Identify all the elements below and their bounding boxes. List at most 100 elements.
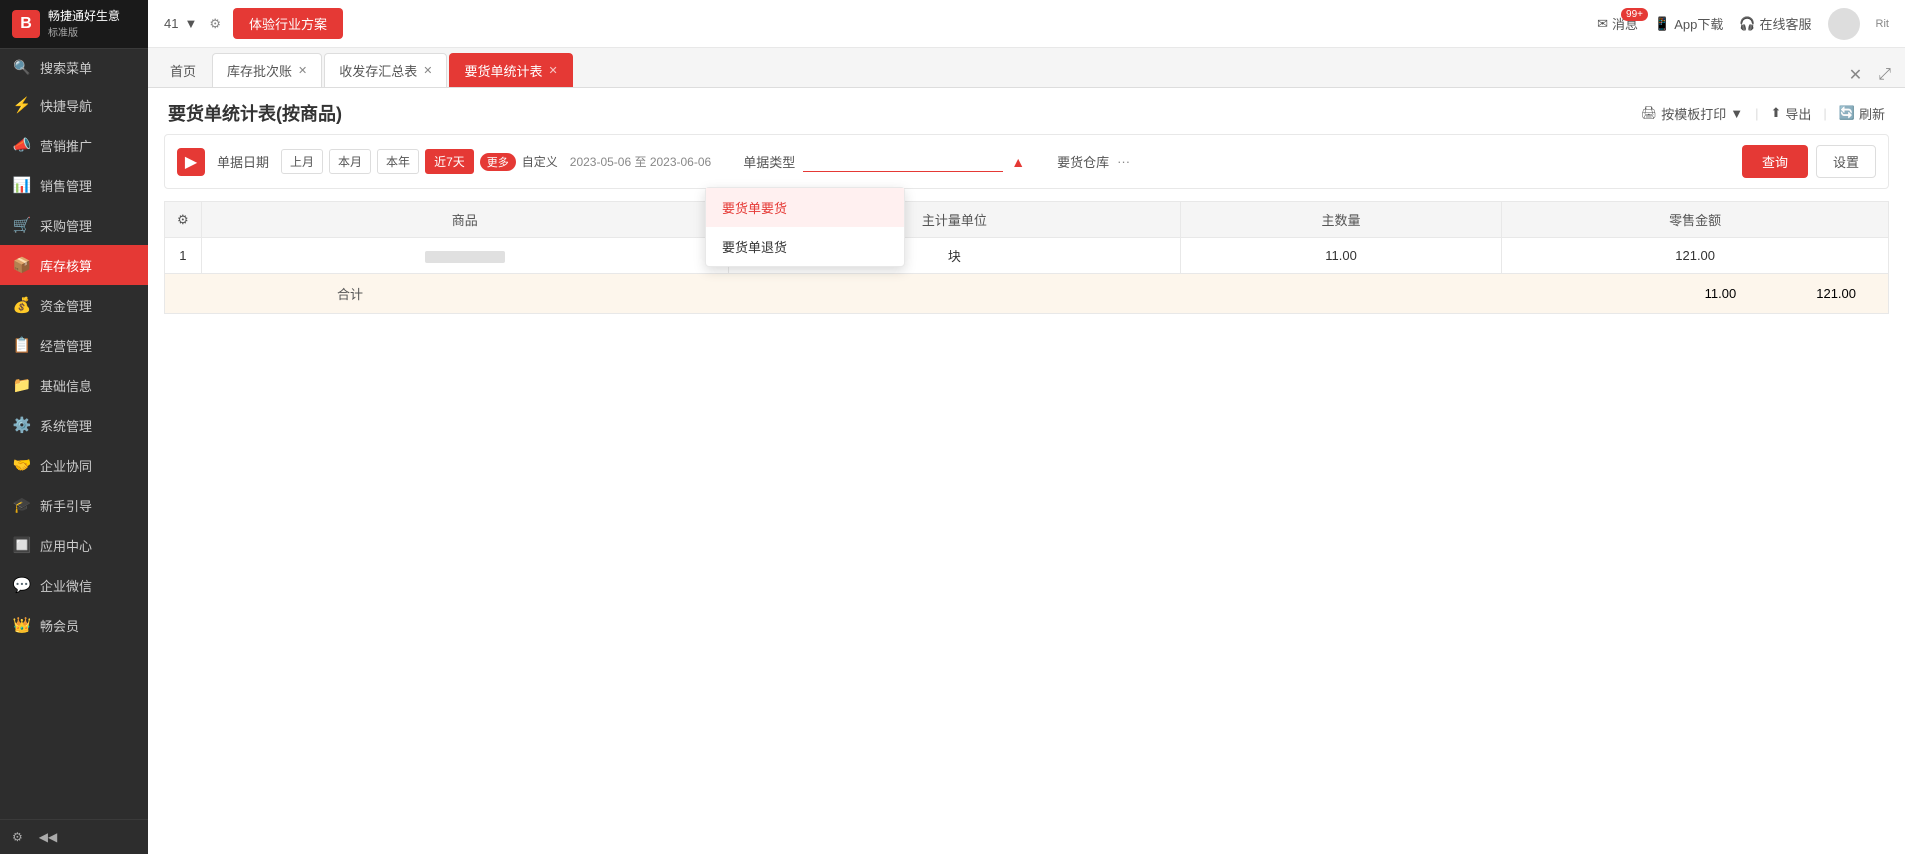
workspace-num: 41 [164,16,178,31]
wechat-icon: 💬 [12,575,32,595]
page-actions: 🖨 按模板打印 ▼ | ⬆ 导出 | 🔄 刷新 [1641,104,1885,123]
filter-type-section: 单据类型 ▲ [743,152,1025,172]
collapse-icon[interactable]: ◀◀ [39,830,57,844]
purchase-icon: 🛒 [12,215,32,235]
dropdown-item-requisition-return[interactable]: 要货单退货 [706,227,904,266]
main-area: 41 ▼ ⚙ 体验行业方案 ✉ 消息 99+ 📱 App下载 🎧 在线客服 Ri… [148,0,1905,854]
workspace-selector[interactable]: 41 ▼ [164,16,197,31]
sidebar-item-guide[interactable]: 🎓 新手引导 [0,485,148,525]
type-chevron-icon[interactable]: ▲ [1011,154,1025,170]
export-button[interactable]: ⬆ 导出 [1770,104,1811,123]
sidebar-item-label: 基础信息 [40,376,92,395]
table-header-amount: 零售金额 [1502,202,1889,238]
date-more-badge[interactable]: 更多 [480,153,516,171]
date-btn-this-year[interactable]: 本年 [377,149,419,174]
sidebar-item-label: 畅会员 [40,616,79,635]
table-header-quantity: 主数量 [1180,202,1501,238]
export-label: 导出 [1785,104,1811,123]
tab-inventory-batch-close[interactable]: ✕ [298,64,307,77]
sidebar-item-app-center[interactable]: 🔲 应用中心 [0,525,148,565]
date-custom-btn[interactable]: 自定义 [522,153,558,170]
tab-requisition-stats-close[interactable]: ✕ [549,64,558,77]
tab-collect-summary-close[interactable]: ✕ [423,64,432,77]
sidebar-item-label: 经营管理 [40,336,92,355]
tabs-actions: ✕ ⤢ [1843,63,1905,87]
tab-inventory-batch-label: 库存批次账 [227,61,292,80]
table-header-gear[interactable]: ⚙ [165,202,202,238]
sidebar-item-members[interactable]: 👑 畅会员 [0,605,148,645]
sidebar-item-label: 采购管理 [40,216,92,235]
tab-requisition-stats-label: 要货单统计表 [464,61,542,80]
table-footer: 合计 11.00 121.00 [164,274,1889,314]
page-header: 要货单统计表(按商品) 🖨 按模板打印 ▼ | ⬆ 导出 | 🔄 刷新 [148,88,1905,134]
sidebar: B 畅捷通好生意 标准版 🔍 搜索菜单 ⚡ 快捷导航 📣 营销推广 📊 销售管理… [0,0,148,854]
tab-inventory-batch[interactable]: 库存批次账 ✕ [212,53,322,87]
sidebar-item-finance[interactable]: 💰 资金管理 [0,285,148,325]
date-label: 单据日期 [217,152,269,171]
dropdown-item-requisition-order[interactable]: 要货单要货 [706,188,904,227]
online-service-button[interactable]: 🎧 在线客服 [1739,14,1811,33]
sales-icon: 📊 [12,175,32,195]
filter-right: 查询 设置 [1742,145,1876,178]
gear-icon[interactable]: ⚙ [12,830,23,844]
sidebar-item-marketing[interactable]: 📣 营销推广 [0,125,148,165]
settings-button[interactable]: 设置 [1816,145,1876,178]
row-product [201,238,728,274]
tab-close-all-button[interactable]: ✕ [1843,63,1868,87]
gear-settings-icon[interactable]: ⚙ [209,16,221,32]
filter-warehouse-section: 要货仓库 ··· [1057,152,1130,171]
message-icon: ✉ [1597,16,1608,32]
tabs-bar: 首页 库存批次账 ✕ 收发存汇总表 ✕ 要货单统计表 ✕ ✕ ⤢ [148,48,1905,88]
online-service-label: 在线客服 [1760,14,1812,33]
sidebar-item-wechat[interactable]: 💬 企业微信 [0,565,148,605]
footer-amount: 121.00 [1816,286,1856,301]
user-name: Rit [1876,18,1889,30]
guide-icon: 🎓 [12,495,32,515]
footer-quantity: 11.00 [1705,286,1737,301]
print-button[interactable]: 🖨 按模板打印 ▼ [1641,104,1743,123]
finance-icon: 💰 [12,295,32,315]
date-btn-last-7-days[interactable]: 近7天 [425,149,474,174]
sidebar-item-quick-nav[interactable]: ⚡ 快捷导航 [0,85,148,125]
sidebar-item-purchase[interactable]: 🛒 采购管理 [0,205,148,245]
filter-date-group: 上月 本月 本年 近7天 更多 自定义 [281,149,558,174]
avatar[interactable] [1828,8,1860,40]
type-dropdown: 要货单要货 要货单退货 [705,187,905,267]
date-btn-this-month[interactable]: 本月 [329,149,371,174]
app-download-button[interactable]: 📱 App下载 [1654,14,1723,33]
sidebar-item-label: 企业协同 [40,456,92,475]
sidebar-item-search[interactable]: 🔍 搜索菜单 [0,48,148,85]
promo-button[interactable]: 体验行业方案 [233,8,343,39]
sidebar-item-inventory[interactable]: 📦 库存核算 [0,245,148,285]
export-icon: ⬆ [1770,105,1781,121]
sidebar-item-label: 快捷导航 [40,96,92,115]
app-name: 畅捷通好生意 [48,9,120,25]
date-btn-last-month[interactable]: 上月 [281,149,323,174]
tab-home[interactable]: 首页 [156,54,210,87]
messages-button[interactable]: ✉ 消息 99+ [1597,14,1638,33]
refresh-button[interactable]: 🔄 刷新 [1839,104,1885,123]
sidebar-item-base-info[interactable]: 📁 基础信息 [0,365,148,405]
sidebar-item-operations[interactable]: 📋 经营管理 [0,325,148,365]
warehouse-label: 要货仓库 [1057,152,1109,171]
tab-collect-summary[interactable]: 收发存汇总表 ✕ [324,53,447,87]
enterprise-icon: 🤝 [12,455,32,475]
filter-expand-button[interactable]: ▶ [177,148,205,176]
tab-home-label: 首页 [170,61,196,80]
tab-requisition-stats[interactable]: 要货单统计表 ✕ [449,53,572,87]
type-input[interactable] [803,152,1003,172]
search-icon: 🔍 [12,57,32,77]
sidebar-item-sales[interactable]: 📊 销售管理 [0,165,148,205]
tab-maximize-button[interactable]: ⤢ [1872,64,1897,86]
workspace-chevron-icon: ▼ [184,16,197,31]
date-range-display: 2023-05-06 至 2023-06-06 [570,153,711,170]
topbar-right: ✉ 消息 99+ 📱 App下载 🎧 在线客服 Rit [1597,8,1889,40]
sidebar-item-enterprise[interactable]: 🤝 企业协同 [0,445,148,485]
table-row: 1 块 11.00 121.00 [165,238,1889,274]
app-center-icon: 🔲 [12,535,32,555]
warehouse-more-icon[interactable]: ··· [1117,154,1130,169]
query-button[interactable]: 查询 [1742,145,1808,178]
page-title: 要货单统计表(按商品) [168,100,342,126]
marketing-icon: 📣 [12,135,32,155]
sidebar-item-system[interactable]: ⚙️ 系统管理 [0,405,148,445]
